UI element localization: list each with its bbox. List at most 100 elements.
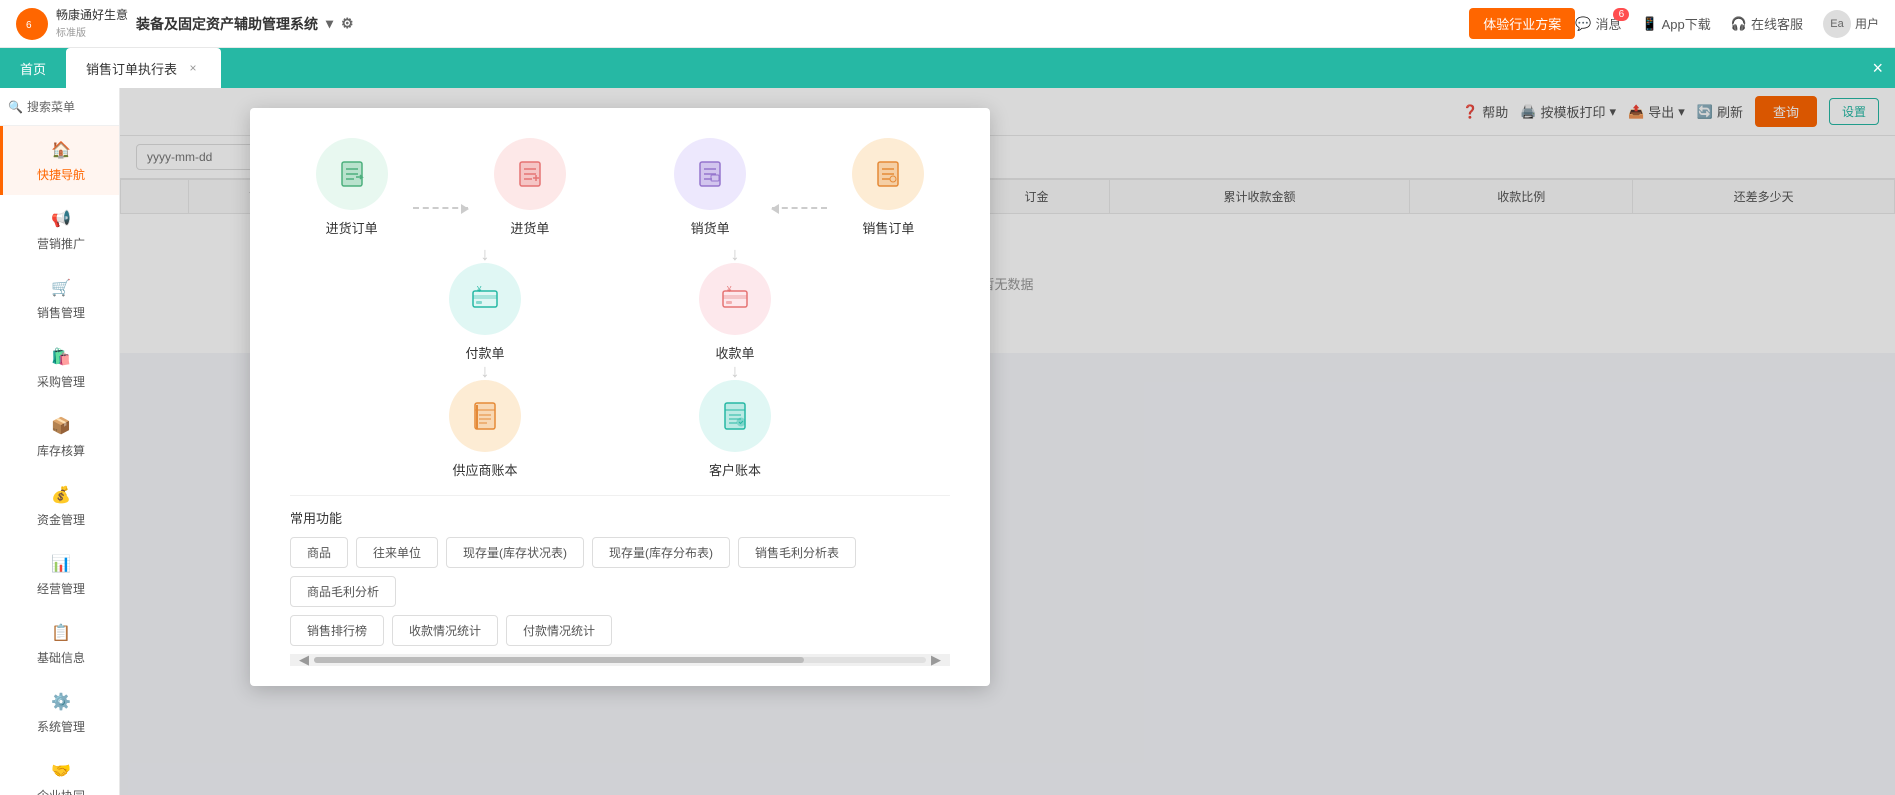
scrollbar-right-arrow[interactable]: ▶ xyxy=(926,652,946,668)
flow-diagram: 进货订单 xyxy=(290,138,950,479)
sidebar-item-operations[interactable]: 📊 经营管理 xyxy=(0,540,119,609)
arrow-purchase-to-purchase-slip xyxy=(413,207,468,237)
supplier-ledger-icon xyxy=(449,380,521,452)
svg-text:6: 6 xyxy=(26,20,32,31)
flow-item-payment[interactable]: ¥ 付款单 xyxy=(420,263,550,362)
header-right: 💬 消息 6 📱 App下载 🎧 在线客服 Ea 用户 xyxy=(1575,10,1879,38)
tab-home[interactable]: 首页 xyxy=(0,48,66,88)
common-functions-title: 常用功能 xyxy=(290,508,950,527)
arrow-down-customer: ↓ xyxy=(731,362,740,380)
flow-item-supplier-ledger[interactable]: 供应商账本 xyxy=(420,380,550,479)
flow-col-customer-ledger: ↓ xyxy=(670,362,800,479)
avatar-text: Ea xyxy=(1830,18,1843,30)
svg-text:¥: ¥ xyxy=(476,285,482,294)
payment-icon: ¥ xyxy=(449,263,521,335)
sidebar-item-purchase[interactable]: 🛍️ 采购管理 xyxy=(0,333,119,402)
btn-sales-margin[interactable]: 销售毛利分析表 xyxy=(738,537,856,568)
message-button[interactable]: 💬 消息 6 xyxy=(1575,14,1621,33)
btn-payment-stat[interactable]: 付款情况统计 xyxy=(506,615,612,646)
flow-row-1: 进货订单 xyxy=(290,138,950,237)
flow-item-purchase-slip[interactable]: 进货单 xyxy=(468,138,591,237)
supplier-ledger-label: 供应商账本 xyxy=(452,460,517,479)
avatar: Ea xyxy=(1823,10,1851,38)
quick-nav-icon: 🏠 xyxy=(49,138,73,162)
btn-partners[interactable]: 往来单位 xyxy=(356,537,438,568)
main-layout: 🔍 搜索菜单 🏠 快捷导航 📢 营销推广 🛒 销售管理 🛍️ 采购管理 📦 库存… xyxy=(0,88,1895,795)
system-dropdown-icon[interactable]: ▾ xyxy=(326,15,333,32)
experience-button[interactable]: 体验行业方案 xyxy=(1469,8,1575,39)
sidebar-item-sales[interactable]: 🛒 销售管理 xyxy=(0,264,119,333)
system-title-text: 装备及固定资产辅助管理系统 xyxy=(136,14,318,34)
sidebar-item-collab[interactable]: 🤝 企业协同 xyxy=(0,747,119,795)
sidebar-search[interactable]: 🔍 搜索菜单 xyxy=(0,88,119,126)
app-download-button[interactable]: 📱 App下载 xyxy=(1641,14,1710,33)
customer-ledger-icon xyxy=(699,380,771,452)
sidebar-item-inventory[interactable]: 📦 库存核算 xyxy=(0,402,119,471)
sidebar-item-label-collab: 企业协同 xyxy=(37,787,85,795)
sidebar-item-quick-nav[interactable]: 🏠 快捷导航 xyxy=(0,126,119,195)
logo-sub-text: 标准版 xyxy=(56,24,128,39)
flow-item-purchase-order[interactable]: 进货订单 xyxy=(290,138,413,237)
purchase-slip-label: 进货单 xyxy=(510,218,549,237)
payment-label: 付款单 xyxy=(465,343,504,362)
flow-item-receipt[interactable]: ¥ 收款单 xyxy=(670,263,800,362)
scrollbar-track[interactable] xyxy=(314,657,926,663)
arrow-sales-order-to-slip xyxy=(772,207,827,237)
svg-text:¥: ¥ xyxy=(726,285,732,294)
sidebar-item-basic-info[interactable]: 📋 基础信息 xyxy=(0,609,119,678)
sidebar-item-finance[interactable]: 💰 资金管理 xyxy=(0,471,119,540)
sidebar-item-label-finance: 资金管理 xyxy=(37,511,85,528)
sidebar-item-label-sales: 销售管理 xyxy=(37,304,85,321)
logo-text-block: 畅康通好生意 标准版 xyxy=(56,8,128,39)
sidebar-item-label-purchase: 采购管理 xyxy=(37,373,85,390)
sales-order-label: 销售订单 xyxy=(862,218,914,237)
modal-body: 进货订单 xyxy=(250,108,990,686)
sidebar-item-label-quick-nav: 快捷导航 xyxy=(37,166,85,183)
sales-slip-icon xyxy=(674,138,746,210)
common-btns-row2: 销售排行榜 收款情况统计 付款情况统计 xyxy=(290,615,950,646)
sidebar-item-label-operations: 经营管理 xyxy=(37,580,85,597)
tab-home-label: 首页 xyxy=(20,59,46,78)
app-icon: 📱 xyxy=(1641,16,1657,32)
search-icon: 🔍 xyxy=(8,100,23,114)
sidebar-item-marketing[interactable]: 📢 营销推广 xyxy=(0,195,119,264)
sidebar: 🔍 搜索菜单 🏠 快捷导航 📢 营销推广 🛒 销售管理 🛍️ 采购管理 📦 库存… xyxy=(0,88,120,795)
tab-bar-close-icon[interactable]: × xyxy=(1872,59,1883,77)
sidebar-search-label: 搜索菜单 xyxy=(27,98,75,115)
btn-collection-stat[interactable]: 收款情况统计 xyxy=(392,615,498,646)
flow-row-3-wrapper: ↓ xyxy=(290,362,950,479)
tab-close-icon[interactable]: × xyxy=(185,60,201,76)
sidebar-item-system[interactable]: ⚙️ 系统管理 xyxy=(0,678,119,747)
system-title-area: 装备及固定资产辅助管理系统 ▾ ⚙ xyxy=(136,14,1469,34)
customer-ledger-label: 客户账本 xyxy=(709,460,761,479)
flow-item-sales-order[interactable]: 销售订单 xyxy=(827,138,950,237)
receipt-label: 收款单 xyxy=(715,343,754,362)
flow-col-receipt: ↓ ¥ 收款单 xyxy=(670,245,800,362)
system-icon: ⚙️ xyxy=(49,690,73,714)
btn-sales-rank[interactable]: 销售排行榜 xyxy=(290,615,384,646)
scrollbar-left-arrow[interactable]: ◀ xyxy=(294,652,314,668)
flow-col-payment: ↓ ¥ 付款单 xyxy=(420,245,550,362)
tab-bar: 首页 销售订单执行表 × × xyxy=(0,48,1895,88)
modal-scrollbar: ◀ ▶ xyxy=(290,654,950,666)
btn-goods[interactable]: 商品 xyxy=(290,537,348,568)
service-label: 在线客服 xyxy=(1751,14,1803,33)
online-service-button[interactable]: 🎧 在线客服 xyxy=(1731,14,1803,33)
scrollbar-thumb xyxy=(314,657,804,663)
btn-stock-status[interactable]: 现存量(库存状况表) xyxy=(446,537,584,568)
content-area: ❓ 帮助 🖨️ 按模板打印 ▾ 📤 导出 ▾ 🔄 刷新 查询 设置 � xyxy=(120,88,1895,795)
flow-row-2-wrapper: ↓ ¥ 付款单 xyxy=(290,245,950,362)
settings-icon[interactable]: ⚙ xyxy=(341,15,354,32)
flow-item-customer-ledger[interactable]: 客户账本 xyxy=(670,380,800,479)
user-menu[interactable]: Ea 用户 xyxy=(1823,10,1879,38)
btn-goods-margin[interactable]: 商品毛利分析 xyxy=(290,576,396,607)
tab-sales-order[interactable]: 销售订单执行表 × xyxy=(66,48,221,88)
sidebar-item-label-inventory: 库存核算 xyxy=(37,442,85,459)
arrow-down-receipt: ↓ xyxy=(731,245,740,263)
tab-sales-order-label: 销售订单执行表 xyxy=(86,59,177,78)
purchase-order-icon xyxy=(316,138,388,210)
message-badge: 6 xyxy=(1613,8,1629,21)
flow-item-sales-slip[interactable]: 销货单 xyxy=(648,138,771,237)
btn-stock-dist[interactable]: 现存量(库存分布表) xyxy=(592,537,730,568)
logo-area: 6 畅康通好生意 标准版 xyxy=(16,8,136,40)
